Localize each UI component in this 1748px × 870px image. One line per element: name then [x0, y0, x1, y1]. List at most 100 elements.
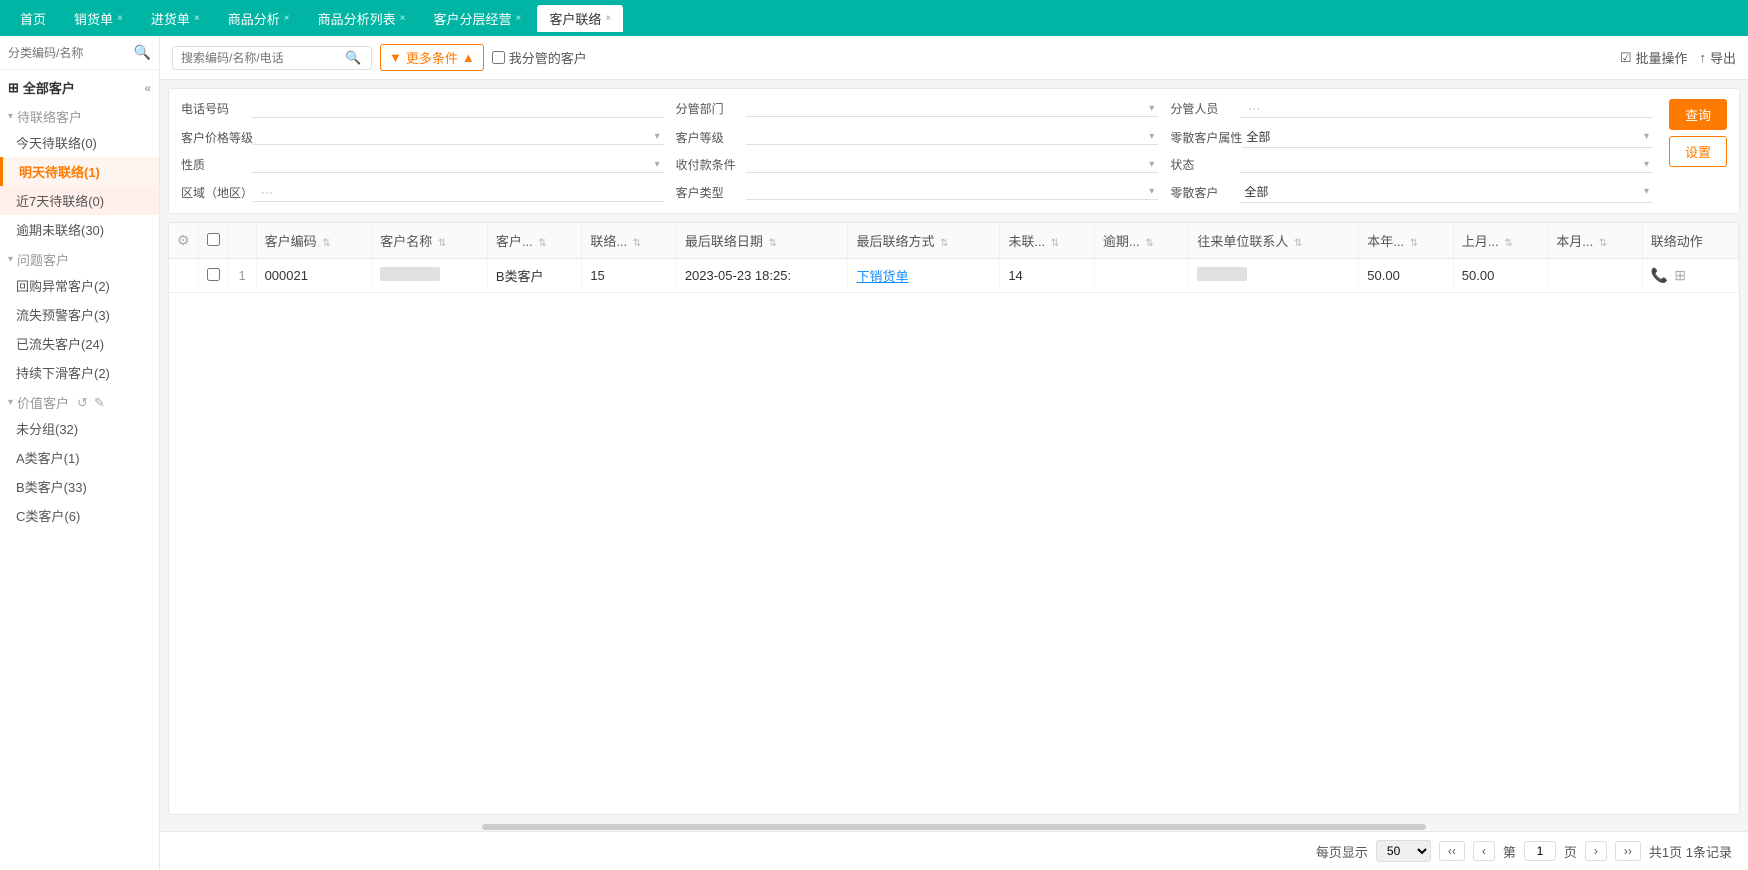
prev-page-button[interactable]: ‹ [1473, 841, 1495, 861]
filter-customer-level-select[interactable]: ▾ [746, 129, 1159, 145]
nav-close-sales-order[interactable]: × [117, 13, 123, 24]
nav-customer-contact[interactable]: 客户联络 × [537, 5, 623, 32]
filter-phone-input[interactable] [251, 99, 664, 118]
triangle-icon-pending: ▾ [8, 111, 13, 122]
gear-icon[interactable]: ⚙ [177, 232, 190, 248]
row-last-method-link[interactable]: 下销货单 [856, 269, 908, 284]
sidebar-collapse-icon[interactable]: « [144, 81, 151, 95]
page-input[interactable] [1524, 841, 1556, 861]
set-button[interactable]: 设置 [1669, 136, 1727, 167]
dots-icon-manager[interactable]: ··· [1248, 101, 1260, 115]
content-area: 🔍 ▼ 更多条件 ▲ 我分管的客户 ☑ 批量操作 ↑ 导出 [160, 36, 1748, 870]
sidebar-item-declining[interactable]: 持续下滑客户(2) [0, 358, 159, 387]
grid-icon: ⊞ [8, 80, 19, 96]
col-last-date: 最后联络日期 ⇅ [676, 223, 848, 259]
horizontal-scrollbar[interactable] [168, 823, 1740, 831]
filter-scatter-customer-select[interactable]: 全部 ▾ [1240, 181, 1653, 203]
my-customers-checkbox-label[interactable]: 我分管的客户 [492, 48, 587, 67]
nav-product-analysis[interactable]: 商品分析 × [216, 5, 302, 32]
row-not-contacted: 14 [1000, 259, 1095, 293]
sidebar-item-churn-warning[interactable]: 流失预警客户(3) [0, 300, 159, 329]
refresh-icon[interactable]: ↺ [77, 395, 88, 411]
grid-action-icon[interactable]: ⊞ [1674, 267, 1686, 284]
nav-product-analysis-list[interactable]: 商品分析列表 × [306, 5, 418, 32]
search-box[interactable]: 🔍 [172, 46, 372, 70]
sidebar-item-churned[interactable]: 已流失客户(24) [0, 329, 159, 358]
main-search-icon[interactable]: 🔍 [345, 50, 361, 66]
nav-sales-order[interactable]: 销货单 × [62, 5, 135, 32]
sidebar-item-7days-pending[interactable]: 近7天待联络(0) [0, 186, 159, 215]
main-search-input[interactable] [181, 51, 341, 65]
filter-price-level-select[interactable]: ▾ [253, 129, 664, 145]
export-button[interactable]: ↑ 导出 [1699, 48, 1736, 67]
dots-icon-region[interactable]: ··· [261, 185, 273, 199]
filter-manager-input[interactable]: ··· [1240, 99, 1653, 118]
row-select-checkbox[interactable] [207, 268, 220, 281]
sort-icon-date[interactable]: ⇅ [768, 238, 776, 249]
sidebar-search-icon[interactable]: 🔍 [134, 44, 151, 61]
select-all-checkbox[interactable] [207, 233, 220, 246]
filter-dept-select[interactable]: ▾ [746, 101, 1159, 117]
nav-close-customer-contact[interactable]: × [605, 13, 611, 24]
sort-icon-not-contacted[interactable]: ⇅ [1051, 238, 1059, 249]
more-filter-button[interactable]: ▼ 更多条件 ▲ [380, 44, 484, 71]
filter-payment-select[interactable]: ▾ [746, 157, 1159, 173]
phone-action-icon[interactable]: 📞 [1651, 267, 1668, 284]
row-checkbox [198, 259, 228, 293]
sidebar-item-class-a[interactable]: A类客户(1) [0, 443, 159, 472]
row-last-date: 2023-05-23 18:25: [676, 259, 848, 293]
sidebar-item-today-pending[interactable]: 今天待联络(0) [0, 128, 159, 157]
filter-customer-type-select[interactable]: ▾ [746, 184, 1159, 200]
sort-icon-method[interactable]: ⇅ [940, 238, 948, 249]
sidebar-item-abnormal-repurchase[interactable]: 回购异常客户(2) [0, 271, 159, 300]
col-not-contacted: 未联... ⇅ [1000, 223, 1095, 259]
sidebar-item-class-c[interactable]: C类客户(6) [0, 501, 159, 530]
sidebar-group-pending[interactable]: ▾ 待联络客户 [0, 101, 159, 128]
sidebar-search-input[interactable] [8, 46, 130, 60]
sort-icon-unit-contact[interactable]: ⇅ [1294, 238, 1302, 249]
sort-icon-overdue[interactable]: ⇅ [1145, 238, 1153, 249]
toolbar: 🔍 ▼ 更多条件 ▲ 我分管的客户 ☑ 批量操作 ↑ 导出 [160, 36, 1748, 80]
per-page-select[interactable]: 50 100 200 [1376, 840, 1431, 862]
nav-close-purchase-order[interactable]: × [194, 13, 200, 24]
filter-nature-select[interactable]: ▾ [251, 157, 664, 173]
sidebar-group-value[interactable]: ▾ 价值客户 ↺ ✎ [0, 387, 159, 414]
filter-payment: 收付款条件 ▾ [676, 156, 1159, 173]
sidebar-all-customers-header[interactable]: ⊞ 全部客户 « [0, 70, 159, 101]
nav-customer-tier[interactable]: 客户分层经营 × [421, 5, 533, 32]
sidebar-group-problem[interactable]: ▾ 问题客户 [0, 244, 159, 271]
sort-icon-this-year[interactable]: ⇅ [1410, 238, 1418, 249]
filter-status-select[interactable]: ▾ [1240, 157, 1653, 173]
nav-close-customer-tier[interactable]: × [515, 13, 521, 24]
sort-icon-last-month[interactable]: ⇅ [1504, 238, 1512, 249]
batch-operation-button[interactable]: ☑ 批量操作 [1620, 48, 1688, 67]
sidebar-item-overdue-pending[interactable]: 逾期未联络(30) [0, 215, 159, 244]
sort-icon-this-month[interactable]: ⇅ [1599, 238, 1607, 249]
edit-icon[interactable]: ✎ [94, 395, 105, 411]
next-page-button[interactable]: › [1585, 841, 1607, 861]
chevron-down-icon-scatter: ▾ [1644, 131, 1649, 142]
sidebar-search-box[interactable]: 🔍 [0, 36, 159, 70]
sidebar: 🔍 ⊞ 全部客户 « ▾ 待联络客户 今天待联络(0) 明天待联络(1) [0, 36, 160, 870]
scrollbar-thumb[interactable] [482, 824, 1425, 830]
query-button[interactable]: 查询 [1669, 99, 1727, 130]
sidebar-item-ungrouped[interactable]: 未分组(32) [0, 414, 159, 443]
row-unit-contact-masked [1197, 267, 1247, 281]
nav-purchase-order[interactable]: 进货单 × [139, 5, 212, 32]
sort-icon-contact[interactable]: ⇅ [633, 238, 641, 249]
filter-scatter-attr-select[interactable]: 全部 ▾ [1242, 126, 1653, 148]
sort-icon-type[interactable]: ⇅ [538, 238, 546, 249]
sort-icon-code[interactable]: ⇅ [322, 238, 330, 249]
filter-region-input[interactable]: ··· [253, 183, 664, 202]
last-page-button[interactable]: ›› [1615, 841, 1641, 861]
sidebar-item-tomorrow-pending[interactable]: 明天待联络(1) [0, 157, 159, 186]
page-label: 第 [1503, 842, 1516, 861]
first-page-button[interactable]: ‹‹ [1439, 841, 1465, 861]
my-customers-checkbox[interactable] [492, 51, 505, 64]
sort-icon-name[interactable]: ⇅ [438, 238, 446, 249]
filter-customer-level: 客户等级 ▾ [676, 129, 1159, 146]
nav-close-product-analysis-list[interactable]: × [400, 13, 406, 24]
nav-close-product-analysis[interactable]: × [284, 13, 290, 24]
sidebar-item-class-b[interactable]: B类客户(33) [0, 472, 159, 501]
nav-home[interactable]: 首页 [8, 5, 58, 32]
